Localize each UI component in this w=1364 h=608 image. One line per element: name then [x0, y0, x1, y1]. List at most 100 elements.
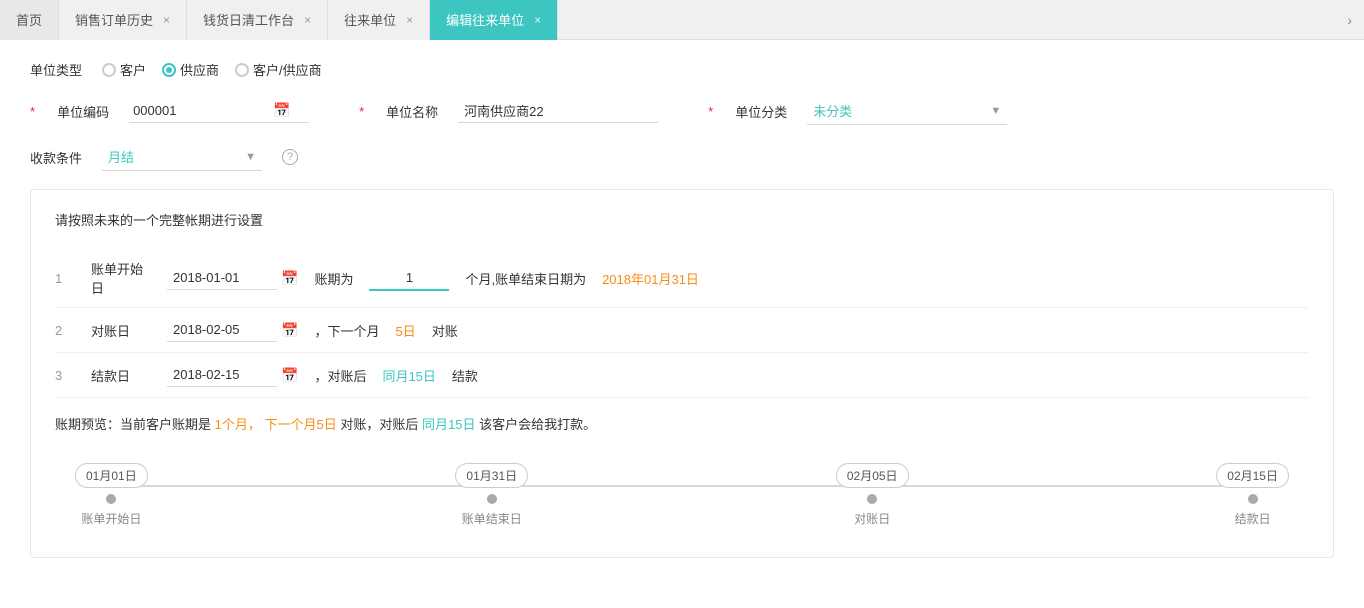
tl-dot-1	[106, 494, 116, 504]
row-3-num: 3	[55, 368, 75, 383]
tl-dot-3	[867, 494, 877, 504]
row-2-num: 2	[55, 323, 75, 338]
row-2-desc-prefix: ，下一个月	[314, 321, 379, 340]
unit-type-row: 单位类型 客户 供应商 客户/供应商	[30, 60, 1334, 79]
tab-partners-close[interactable]: ×	[406, 13, 413, 27]
payment-terms-help-icon[interactable]: ?	[282, 149, 298, 165]
tl-label-3: 对账日	[854, 510, 890, 527]
row-3-calendar-icon[interactable]: 📅	[281, 367, 298, 384]
card-section: 请按照未来的一个完整帐期进行设置 1 账单开始日 📅 账期为 个月,账单结束日期…	[30, 189, 1334, 558]
unit-category-value: 未分类	[813, 101, 984, 120]
radio-supplier-circle	[162, 63, 176, 77]
timeline-node-3: 02月05日 对账日	[836, 463, 909, 527]
tabs-bar: 首页 销售订单历史 × 钱货日清工作台 × 往来单位 × 编辑往来单位 × ›	[0, 0, 1364, 40]
radio-customer-circle	[102, 63, 116, 77]
tab-sales-history-label: 销售订单历史	[75, 10, 153, 29]
tab-edit-partner[interactable]: 编辑往来单位 ×	[430, 0, 558, 40]
timeline-wrap: 01月01日 账单开始日 01月31日 账单结束日 02月05日 对账	[55, 453, 1309, 537]
tab-sales-history[interactable]: 销售订单历史 ×	[59, 0, 187, 40]
tl-dot-4	[1248, 494, 1258, 504]
payment-terms-arrow-icon: ▼	[245, 151, 256, 163]
preview-label: 账期预览：当前客户账期是	[55, 417, 211, 432]
tab-partners-label: 往来单位	[344, 10, 396, 29]
tab-home[interactable]: 首页	[0, 0, 59, 40]
tl-badge-3: 02月05日	[836, 463, 909, 488]
unit-code-star: *	[30, 104, 35, 119]
preview-part5: 该客户会给我打款。	[479, 417, 596, 432]
unit-name-star: *	[359, 104, 364, 119]
setting-row-3: 3 结款日 📅 ，对账后 同月15日 结款	[55, 353, 1309, 398]
preview-part1: 1个月，	[215, 417, 261, 432]
row-2-type: 对账日	[91, 321, 151, 340]
tab-sales-history-close[interactable]: ×	[163, 13, 170, 27]
tl-label-1: 账单开始日	[81, 510, 141, 527]
tab-edit-partner-close[interactable]: ×	[534, 13, 541, 27]
tab-edit-partner-label: 编辑往来单位	[446, 10, 524, 29]
card-hint: 请按照未来的一个完整帐期进行设置	[55, 210, 1309, 229]
preview-part4: 同月15日	[422, 417, 475, 432]
tl-badge-1: 01月01日	[75, 463, 148, 488]
tl-dot-2	[487, 494, 497, 504]
row-3-date-wrap: 📅	[167, 363, 298, 387]
row-1-desc-suffix: 个月,账单结束日期为	[465, 269, 586, 288]
radio-customer-supplier-circle	[235, 63, 249, 77]
unit-category-label: 单位分类	[735, 102, 787, 121]
row-2-desc-suffix: 对账	[432, 321, 458, 340]
row-3-desc-suffix: 结款	[452, 366, 478, 385]
radio-customer[interactable]: 客户	[102, 60, 146, 79]
period-input[interactable]	[369, 266, 449, 291]
row-1-type: 账单开始日	[91, 259, 151, 297]
unit-category-select[interactable]: 未分类 ▼	[807, 97, 1007, 125]
unit-code-field-wrap: 📅	[129, 99, 309, 123]
row-1-calendar-icon[interactable]: 📅	[281, 270, 298, 287]
unit-name-input[interactable]	[458, 99, 658, 123]
unit-info-row: * 单位编码 📅 * 单位名称 * 单位分类 未分类 ▼	[30, 97, 1334, 125]
unit-type-label: 单位类型	[30, 60, 82, 79]
setting-row-2: 2 对账日 📅 ，下一个月 5日 对账	[55, 308, 1309, 353]
timeline-node-2: 01月31日 账单结束日	[455, 463, 528, 527]
tl-badge-4: 02月15日	[1216, 463, 1289, 488]
radio-supplier[interactable]: 供应商	[162, 60, 219, 79]
main-content: 单位类型 客户 供应商 客户/供应商 * 单位编码 📅 * 单位名称 *	[0, 40, 1364, 608]
setting-row-1: 1 账单开始日 📅 账期为 个月,账单结束日期为 2018年01月31日	[55, 249, 1309, 308]
row-3-date-input[interactable]	[167, 363, 277, 387]
tl-label-2: 账单结束日	[462, 510, 522, 527]
radio-supplier-label: 供应商	[180, 60, 219, 79]
timeline-node-4: 02月15日 结款日	[1216, 463, 1289, 527]
payment-terms-value: 月结	[108, 147, 239, 166]
radio-customer-supplier[interactable]: 客户/供应商	[235, 60, 322, 79]
row-1-num: 1	[55, 271, 75, 286]
payment-terms-label: 收款条件	[30, 148, 82, 167]
row-3-type: 结款日	[91, 366, 151, 385]
unit-name-label: 单位名称	[386, 102, 438, 121]
radio-group-unit-type: 客户 供应商 客户/供应商	[102, 60, 322, 79]
row-1-end-date: 2018年01月31日	[602, 269, 699, 288]
row-2-highlight: 5日	[395, 321, 415, 340]
unit-code-calendar-icon[interactable]: 📅	[269, 102, 294, 119]
preview-part2: 下一个月5日	[265, 417, 337, 432]
timeline-node-1: 01月01日 账单开始日	[75, 463, 148, 527]
tab-home-label: 首页	[16, 10, 42, 29]
row-1-date-input[interactable]	[167, 266, 277, 290]
radio-customer-label: 客户	[120, 60, 146, 79]
payment-terms-select[interactable]: 月结 ▼	[102, 143, 262, 171]
row-1-desc-prefix: 账期为	[314, 269, 353, 288]
tab-arrow[interactable]: ›	[1335, 0, 1364, 40]
payment-terms-row: 收款条件 月结 ▼ ?	[30, 143, 1334, 171]
unit-code-label: 单位编码	[57, 102, 109, 121]
radio-customer-supplier-label: 客户/供应商	[253, 60, 322, 79]
row-3-highlight: 同月15日	[382, 366, 435, 385]
tab-cashier[interactable]: 钱货日清工作台 ×	[187, 0, 328, 40]
row-3-desc-prefix: ，对账后	[314, 366, 366, 385]
row-2-date-wrap: 📅	[167, 318, 298, 342]
unit-category-star: *	[708, 104, 713, 119]
unit-code-input[interactable]	[129, 99, 269, 122]
row-1-date-wrap: 📅	[167, 266, 298, 290]
tab-partners[interactable]: 往来单位 ×	[328, 0, 430, 40]
tab-cashier-label: 钱货日清工作台	[203, 10, 294, 29]
row-2-calendar-icon[interactable]: 📅	[281, 322, 298, 339]
unit-category-arrow-icon: ▼	[990, 105, 1001, 117]
row-2-date-input[interactable]	[167, 318, 277, 342]
tab-cashier-close[interactable]: ×	[304, 13, 311, 27]
preview-part3: 对账，对账后	[340, 417, 418, 432]
